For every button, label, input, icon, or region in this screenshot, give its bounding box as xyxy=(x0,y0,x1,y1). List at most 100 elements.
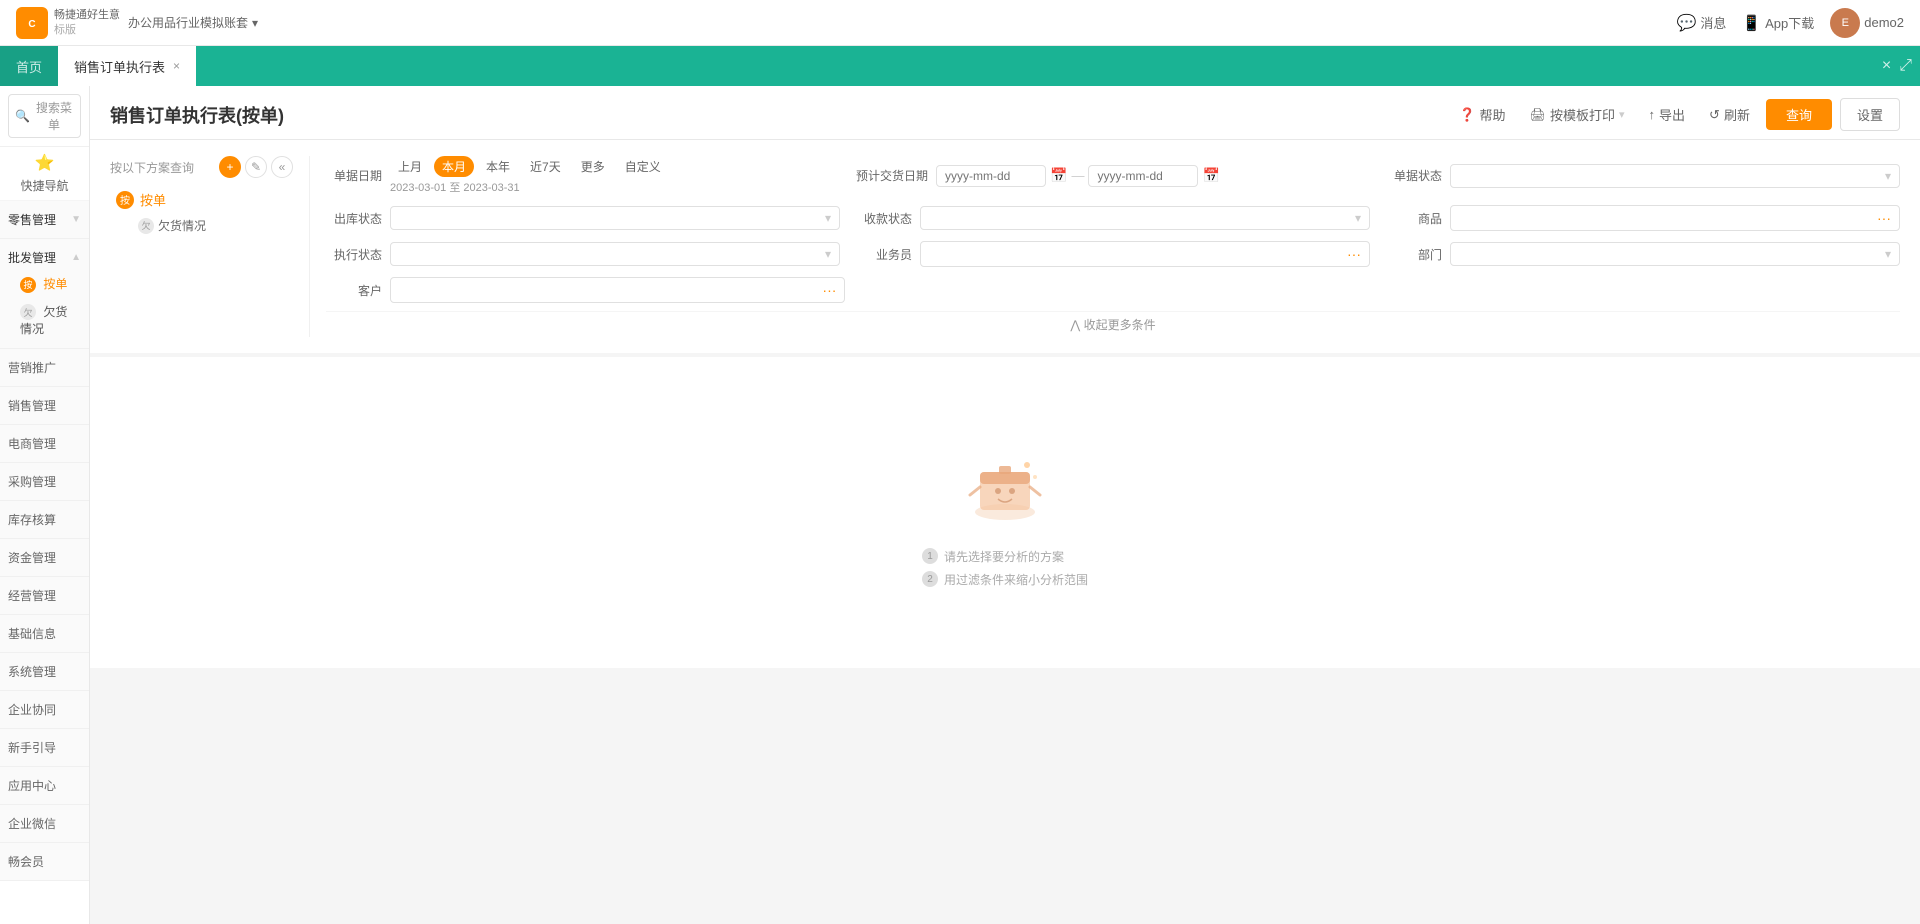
goods-field-group: 商品 ··· xyxy=(1386,205,1900,231)
sidebar-item-operations[interactable]: 经营管理 xyxy=(8,583,81,608)
tab-close-icon[interactable]: × xyxy=(173,59,180,73)
sidebar-item-marketing[interactable]: 营销推广 xyxy=(8,355,81,380)
dept-select[interactable]: ▾ xyxy=(1450,242,1900,266)
export-button[interactable]: ↑ 导出 xyxy=(1641,101,1694,128)
sidebar-item-app-center[interactable]: 应用中心 xyxy=(8,773,81,798)
customer-label: 客户 xyxy=(326,282,382,299)
date-tabs: 上月 本月 本年 近7天 更多 自定义 xyxy=(390,156,669,177)
empty-hints: 1 请先选择要分析的方案 2 用过滤条件来缩小分析范围 xyxy=(922,548,1088,588)
breadcrumb-dropdown[interactable]: 办公用品行业模拟账套 ▾ xyxy=(128,14,258,31)
sidebar-sub-item-shortage[interactable]: 欠 欠货情况 xyxy=(8,298,81,343)
scheme-item-order[interactable]: 按 按单 xyxy=(110,186,293,213)
status-select[interactable]: ▾ xyxy=(1450,164,1900,188)
goods-more-icon[interactable]: ··· xyxy=(1877,210,1891,226)
expected-date-start-input[interactable] xyxy=(936,165,1046,187)
sidebar-item-inventory[interactable]: 库存核算 xyxy=(8,507,81,532)
query-button[interactable]: 查询 xyxy=(1766,99,1832,130)
tab-sales-execution[interactable]: 销售订单执行表 × xyxy=(58,46,196,86)
customer-input[interactable]: ··· xyxy=(390,277,845,303)
goods-input[interactable]: ··· xyxy=(1450,205,1900,231)
sidebar-section-basic-info: 基础信息 xyxy=(0,615,89,653)
filter-row-3: 执行状态 ▾ 业务员 ··· xyxy=(326,241,1900,267)
scheme-item-shortage[interactable]: 欠 欠货情况 xyxy=(110,213,293,238)
empty-illustration xyxy=(955,437,1055,540)
add-scheme-button[interactable]: + xyxy=(219,156,241,178)
filter-row-1: 单据日期 上月 本月 本年 近7天 更多 自定义 xyxy=(326,156,1900,195)
sidebar-item-wechat-work[interactable]: 企业微信 xyxy=(8,811,81,836)
sidebar-section-system: 系统管理 xyxy=(0,653,89,691)
export-icon: ↑ xyxy=(1649,107,1656,122)
sidebar-item-basic-info[interactable]: 基础信息 xyxy=(8,621,81,646)
exec-status-label: 执行状态 xyxy=(326,246,382,263)
date-tab-this-month[interactable]: 本月 xyxy=(434,156,474,177)
tab-bar: 首页 销售订单执行表 × × ⤢ xyxy=(0,46,1920,86)
print-icon: 🖨 xyxy=(1529,107,1546,123)
sidebar-section-purchase: 采购管理 xyxy=(0,463,89,501)
tab-sales-execution-label: 销售订单执行表 xyxy=(74,57,165,76)
tab-home[interactable]: 首页 xyxy=(0,46,58,86)
date-tab-last-7days[interactable]: 近7天 xyxy=(522,156,569,177)
customer-more-icon[interactable]: ··· xyxy=(822,282,836,298)
tab-home-label: 首页 xyxy=(16,57,42,76)
sub-item-icon-shortage: 欠 xyxy=(20,304,36,320)
filter-scheme-title: 按以下方案查询 xyxy=(110,159,194,176)
expected-date-end-input[interactable] xyxy=(1088,165,1198,187)
help-icon: ❓ xyxy=(1459,107,1475,123)
user-profile[interactable]: E demo2 xyxy=(1830,8,1904,38)
sidebar-item-ecommerce[interactable]: 电商管理 xyxy=(8,431,81,456)
calendar-start-icon[interactable]: 📅 xyxy=(1050,167,1067,184)
message-nav-item[interactable]: 💬 消息 xyxy=(1676,13,1726,33)
sidebar-item-system[interactable]: 系统管理 xyxy=(8,659,81,684)
sidebar-item-beginner[interactable]: 新手引导 xyxy=(8,735,81,760)
search-icon: 🔍 xyxy=(15,109,30,123)
sidebar-item-wholesale[interactable]: 批发管理 ▲ xyxy=(8,245,81,270)
logo-icon: C xyxy=(16,7,48,39)
scheme-shortage-icon: 欠 xyxy=(138,218,154,234)
calendar-end-icon[interactable]: 📅 xyxy=(1202,167,1219,184)
stock-status-select[interactable]: ▾ xyxy=(390,206,840,230)
refresh-icon: ↺ xyxy=(1709,107,1720,123)
date-tab-this-year[interactable]: 本年 xyxy=(478,156,518,177)
sidebar-item-membership[interactable]: 畅会员 xyxy=(8,849,81,874)
filter-scheme-header: 按以下方案查询 + ✎ « xyxy=(110,156,293,178)
salesperson-input[interactable]: ··· xyxy=(920,241,1370,267)
expected-date-label: 预计交货日期 xyxy=(856,167,928,184)
hint-num-2: 2 xyxy=(922,571,938,587)
date-tab-custom[interactable]: 自定义 xyxy=(617,156,669,177)
sidebar-item-quick-nav[interactable]: ⭐ 快捷导航 xyxy=(0,147,89,201)
salesperson-more-icon[interactable]: ··· xyxy=(1347,246,1361,262)
payment-status-select[interactable]: ▾ xyxy=(920,206,1370,230)
tab-bar-actions: × ⤢ xyxy=(1874,46,1920,86)
exec-status-select[interactable]: ▾ xyxy=(390,242,840,266)
date-tab-last-month[interactable]: 上月 xyxy=(390,156,430,177)
collapse-scheme-button[interactable]: « xyxy=(271,156,293,178)
sidebar-item-purchase[interactable]: 采购管理 xyxy=(8,469,81,494)
settings-button[interactable]: 设置 xyxy=(1840,98,1900,131)
sidebar-item-enterprise-collab[interactable]: 企业协同 xyxy=(8,697,81,722)
sidebar-search-button[interactable]: 🔍 搜索菜单 xyxy=(8,94,81,138)
sidebar-section-membership: 畅会员 xyxy=(0,843,89,881)
print-dropdown-icon: ▾ xyxy=(1619,108,1625,121)
print-button[interactable]: 🖨 按模板打印 ▾ xyxy=(1521,101,1632,128)
edit-scheme-button[interactable]: ✎ xyxy=(245,156,267,178)
logo-nav-label: 标版 xyxy=(54,23,120,37)
app-download-nav-item[interactable]: 📱 App下载 xyxy=(1742,13,1814,32)
sidebar-sales-label: 销售管理 xyxy=(8,397,56,414)
sidebar-item-sales[interactable]: 销售管理 xyxy=(8,393,81,418)
sidebar-marketing-label: 营销推广 xyxy=(8,359,56,376)
tab-expand-icon[interactable]: ⤢ xyxy=(1899,57,1912,75)
date-tab-more[interactable]: 更多 xyxy=(573,156,613,177)
collapse-more-conditions-button[interactable]: ⋀ 收起更多条件 xyxy=(326,311,1900,337)
sidebar-item-finance[interactable]: 资金管理 xyxy=(8,545,81,570)
sidebar-wholesale-arrow: ▲ xyxy=(71,252,81,263)
refresh-button[interactable]: ↺ 刷新 xyxy=(1701,101,1758,128)
sidebar-section-beginner: 新手引导 xyxy=(0,729,89,767)
sidebar-sub-item-order[interactable]: 按 按单 xyxy=(8,270,81,298)
export-label: 导出 xyxy=(1659,105,1685,124)
help-button[interactable]: ❓ 帮助 xyxy=(1451,101,1513,128)
sidebar-section-finance: 资金管理 xyxy=(0,539,89,577)
tab-close-all-icon[interactable]: × xyxy=(1882,57,1891,75)
date-filter-control: 上月 本月 本年 近7天 更多 自定义 2023-03-01 至 2023-03… xyxy=(390,156,840,195)
dept-field-group: 部门 ▾ xyxy=(1386,242,1900,266)
sidebar-item-retail[interactable]: 零售管理 ▼ xyxy=(8,207,81,232)
